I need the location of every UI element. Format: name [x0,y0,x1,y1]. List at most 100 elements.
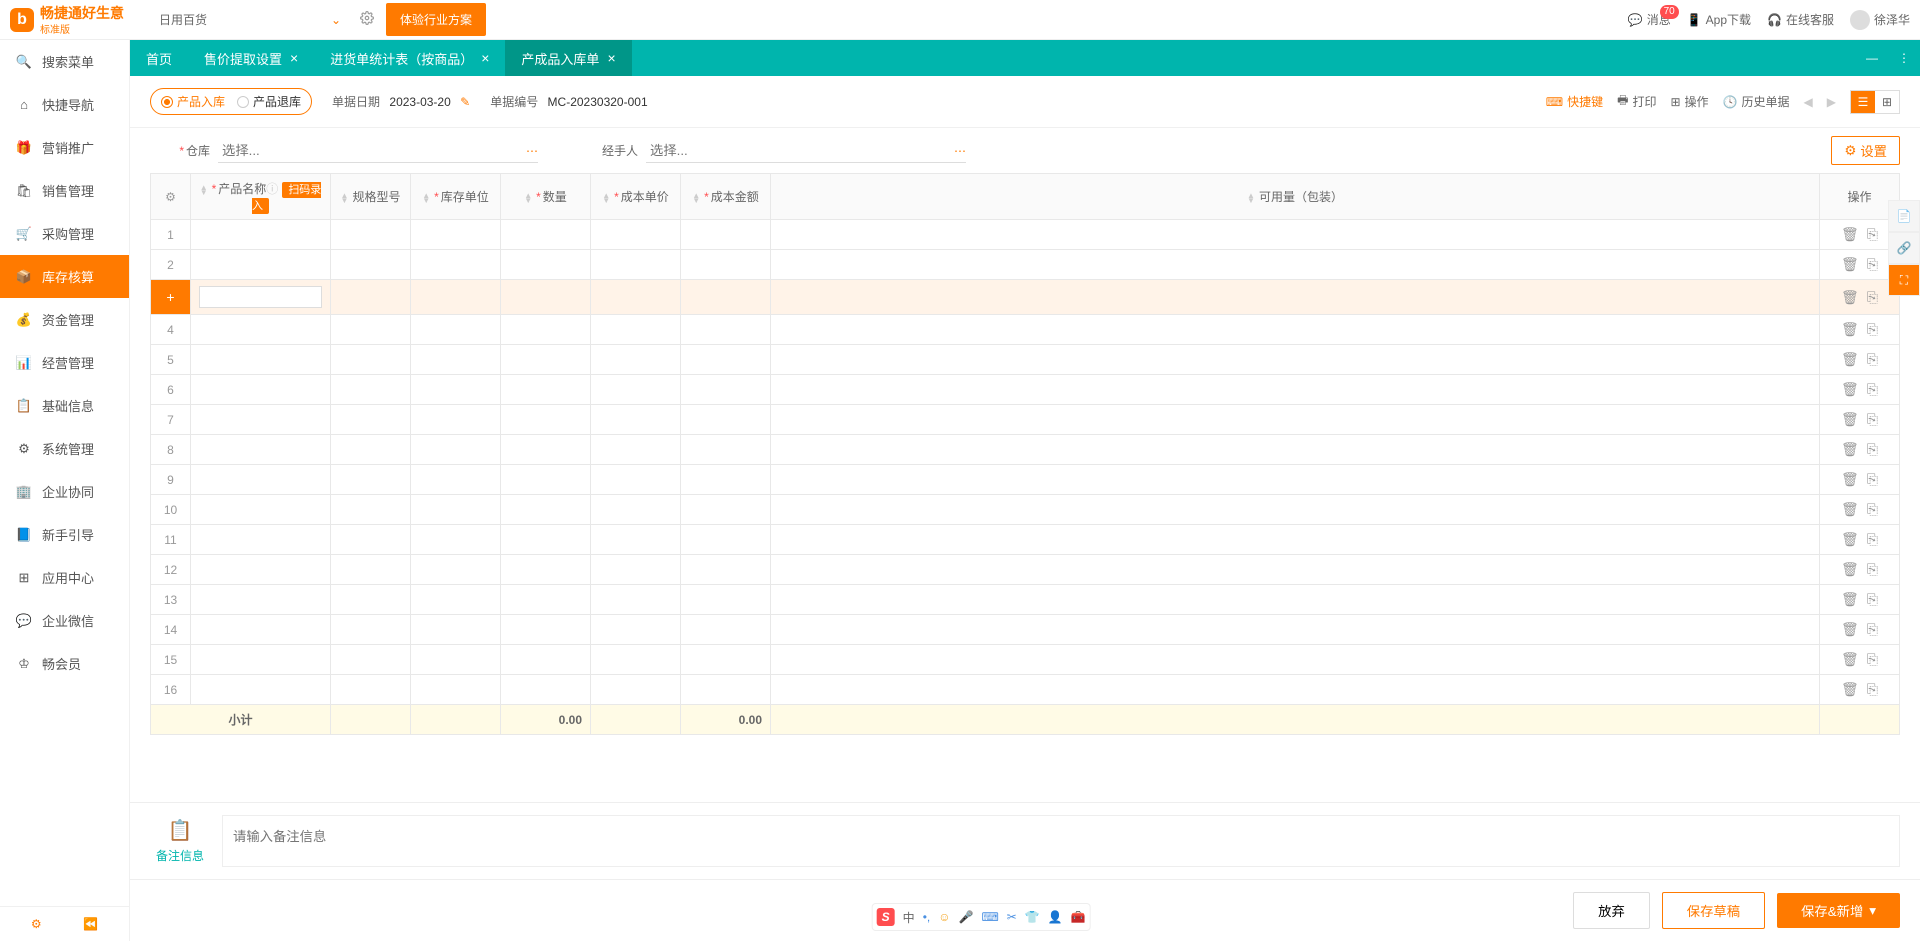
delete-row-icon[interactable]: 🗑 [1841,621,1859,637]
cell-spec[interactable] [331,555,411,585]
sidebar-item-1[interactable]: ⌂快捷导航 [0,83,129,126]
cell-amount[interactable] [681,465,771,495]
cell-available[interactable] [771,435,1820,465]
delete-row-icon[interactable]: 🗑 [1841,501,1859,517]
copy-row-icon[interactable]: ⎘ [1867,381,1878,397]
ime-toolbox-icon[interactable]: 🧰 [1071,910,1086,924]
ime-user-icon[interactable]: 👤 [1048,910,1063,924]
cell-amount[interactable] [681,220,771,250]
col-available-header[interactable]: ▲▼可用量（包装） [771,174,1820,220]
cell-qty[interactable] [501,645,591,675]
copy-row-icon[interactable]: ⎘ [1867,441,1878,457]
table-row[interactable]: 16🗑⎘ [151,675,1900,705]
sidebar-item-9[interactable]: ⚙系统管理 [0,427,129,470]
copy-row-icon[interactable]: ⎘ [1867,651,1878,667]
cell-amount[interactable] [681,675,771,705]
cell-price[interactable] [591,675,681,705]
sidebar-item-3[interactable]: 🛍销售管理 [0,169,129,212]
delete-row-icon[interactable]: 🗑 [1841,591,1859,607]
app-download-button[interactable]: 📱 App下载 [1687,11,1751,28]
tab-close-icon[interactable]: × [290,50,298,66]
cell-qty[interactable] [501,525,591,555]
sidebar-item-0[interactable]: 🔍搜索菜单 [0,40,129,83]
cell-spec[interactable] [331,375,411,405]
cell-qty[interactable] [501,405,591,435]
cell-amount[interactable] [681,495,771,525]
cell-unit[interactable] [411,220,501,250]
delete-row-icon[interactable]: 🗑 [1841,256,1859,272]
cell-spec[interactable] [331,280,411,315]
product-name-input[interactable] [199,286,322,308]
ime-punct-icon[interactable]: •, [923,910,931,924]
cell-price[interactable] [591,220,681,250]
cell-qty[interactable] [501,220,591,250]
sidebar-item-8[interactable]: 📋基础信息 [0,384,129,427]
history-button[interactable]: 🕓 历史单据 [1723,93,1790,110]
remark-input[interactable] [222,815,1900,867]
cell-qty[interactable] [501,250,591,280]
cell-product[interactable] [191,465,331,495]
col-unit-header[interactable]: ▲▼*库存单位 [411,174,501,220]
copy-row-icon[interactable]: ⎘ [1867,289,1878,305]
copy-row-icon[interactable]: ⎘ [1867,561,1878,577]
cell-product[interactable] [191,525,331,555]
cell-available[interactable] [771,615,1820,645]
tab-1[interactable]: 售价提取设置× [188,40,314,76]
cell-available[interactable] [771,280,1820,315]
add-row-icon[interactable]: + [162,288,180,306]
cell-qty[interactable] [501,465,591,495]
cell-unit[interactable] [411,435,501,465]
tab-close-icon[interactable]: × [481,50,489,66]
delete-row-icon[interactable]: 🗑 [1841,471,1859,487]
cell-available[interactable] [771,495,1820,525]
cell-price[interactable] [591,280,681,315]
next-button[interactable]: ▶ [1827,95,1836,109]
cell-price[interactable] [591,345,681,375]
cell-amount[interactable] [681,375,771,405]
delete-row-icon[interactable]: 🗑 [1841,561,1859,577]
sidebar-item-2[interactable]: 🎁营销推广 [0,126,129,169]
table-row[interactable]: 14🗑⎘ [151,615,1900,645]
cell-product[interactable] [191,250,331,280]
category-dropdown[interactable]: 日用百货 ⌄ [150,6,350,33]
delete-row-icon[interactable]: 🗑 [1841,651,1859,667]
cell-unit[interactable] [411,250,501,280]
sidebar-item-11[interactable]: 📘新手引导 [0,513,129,556]
bill-date-value[interactable]: 2023-03-20 [389,95,450,109]
cell-price[interactable] [591,315,681,345]
ime-shirt-icon[interactable]: 👕 [1025,910,1040,924]
cell-available[interactable] [771,250,1820,280]
ime-toolbar[interactable]: S 中 •, ☺ 🎤 ⌨ ✂ 👕 👤 🧰 [872,903,1091,931]
sidebar-item-5[interactable]: 📦库存核算 [0,255,129,298]
discard-button[interactable]: 放弃 [1573,892,1650,929]
cell-price[interactable] [591,615,681,645]
ime-mic-icon[interactable]: 🎤 [959,910,974,924]
cell-qty[interactable] [501,345,591,375]
cell-qty[interactable] [501,675,591,705]
delete-row-icon[interactable]: 🗑 [1841,681,1859,697]
side-tool-2[interactable]: 🔗 [1888,232,1920,264]
cell-spec[interactable] [331,645,411,675]
copy-row-icon[interactable]: ⎘ [1867,321,1878,337]
cell-spec[interactable] [331,435,411,465]
cell-price[interactable] [591,555,681,585]
cell-amount[interactable] [681,525,771,555]
table-row[interactable]: 8🗑⎘ [151,435,1900,465]
table-row[interactable]: 12🗑⎘ [151,555,1900,585]
cell-qty[interactable] [501,495,591,525]
col-qty-header[interactable]: ▲▼*数量 [501,174,591,220]
delete-row-icon[interactable]: 🗑 [1841,411,1859,427]
save-draft-button[interactable]: 保存草稿 [1662,892,1765,929]
sidebar-settings-icon[interactable]: ⚙ [31,917,42,931]
col-config-header[interactable]: ⚙ [151,174,191,220]
handler-input[interactable] [646,139,966,163]
tab-2[interactable]: 进货单统计表（按商品）× [314,40,505,76]
cell-product[interactable] [191,645,331,675]
cell-qty[interactable] [501,555,591,585]
cell-price[interactable] [591,585,681,615]
cell-unit[interactable] [411,525,501,555]
cell-spec[interactable] [331,675,411,705]
cell-unit[interactable] [411,615,501,645]
edit-icon[interactable]: ✎ [460,95,470,109]
table-row[interactable]: +🗑⎘ [151,280,1900,315]
